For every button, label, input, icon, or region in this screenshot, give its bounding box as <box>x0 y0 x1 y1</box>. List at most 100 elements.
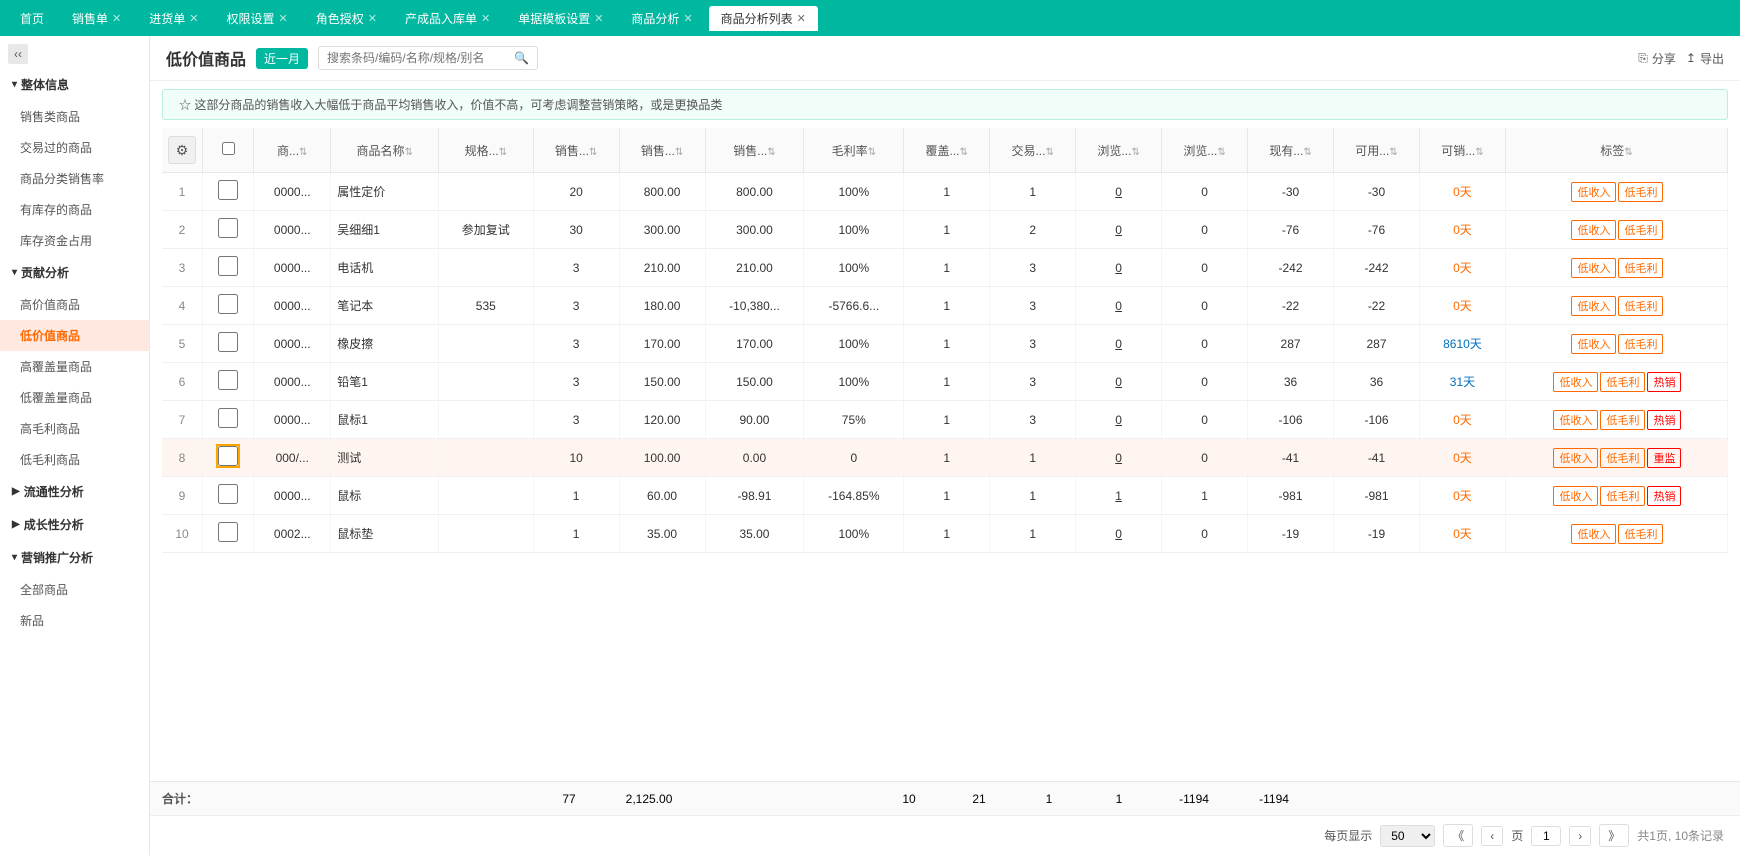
sidebar-group-marketing[interactable]: ▾ 营销推广分析 <box>0 541 149 574</box>
sidebar-item-low-coverage[interactable]: 低覆盖量商品 <box>0 382 149 413</box>
browse1-link[interactable]: 0 <box>1115 223 1122 237</box>
browse1-link[interactable]: 1 <box>1115 489 1122 503</box>
nav-analysis-list[interactable]: 商品分析列表 ✕ <box>709 6 818 31</box>
col-trade[interactable]: 交易...⇅ <box>990 128 1076 173</box>
col-gross[interactable]: 毛利率⇅ <box>804 128 904 173</box>
cell-checkbox[interactable] <box>203 173 254 211</box>
cell-browse1[interactable]: 0 <box>1076 325 1162 363</box>
nav-template[interactable]: 单据模板设置 ✕ <box>506 6 615 31</box>
sidebar-group-overall[interactable]: ▾ 整体信息 <box>0 68 149 101</box>
nav-close-inbound[interactable]: ✕ <box>481 12 490 25</box>
sidebar-item-new-goods[interactable]: 新品 <box>0 605 149 636</box>
filter-badge[interactable]: 近一月 <box>256 48 308 69</box>
col-sales2[interactable]: 销售...⇅ <box>619 128 705 173</box>
row-checkbox-9[interactable] <box>218 522 238 542</box>
sidebar-item-high-coverage[interactable]: 高覆盖量商品 <box>0 351 149 382</box>
col-cover[interactable]: 覆盖...⇅ <box>904 128 990 173</box>
first-page-btn[interactable]: 《 <box>1443 824 1473 847</box>
cell-browse1[interactable]: 0 <box>1076 173 1162 211</box>
nav-purchase[interactable]: 进货单 ✕ <box>137 6 210 31</box>
nav-close-template[interactable]: ✕ <box>594 12 603 25</box>
browse1-link[interactable]: 0 <box>1115 413 1122 427</box>
col-checkbox[interactable] <box>203 128 254 173</box>
col-sales1[interactable]: 销售...⇅ <box>533 128 619 173</box>
cell-checkbox[interactable] <box>203 401 254 439</box>
nav-home[interactable]: 首页 <box>8 6 56 31</box>
prev-page-btn[interactable]: ‹ <box>1481 826 1503 846</box>
cell-browse1[interactable]: 0 <box>1076 287 1162 325</box>
nav-close-purchase[interactable]: ✕ <box>189 12 198 25</box>
nav-close-sales[interactable]: ✕ <box>112 12 121 25</box>
nav-sales[interactable]: 销售单 ✕ <box>60 6 133 31</box>
sidebar-item-low-margin[interactable]: 低毛利商品 <box>0 444 149 475</box>
browse1-link[interactable]: 0 <box>1115 451 1122 465</box>
cell-browse1[interactable]: 0 <box>1076 401 1162 439</box>
row-checkbox-1[interactable] <box>218 218 238 238</box>
nav-role[interactable]: 角色授权 ✕ <box>304 6 389 31</box>
sidebar-item-high-margin[interactable]: 高毛利商品 <box>0 413 149 444</box>
row-checkbox-8[interactable] <box>218 484 238 504</box>
share-button[interactable]: ⎘ 分享 <box>1638 50 1676 67</box>
sidebar-group-growth[interactable]: ▶ 成长性分析 <box>0 508 149 541</box>
sidebar-item-stock-capital[interactable]: 库存资金占用 <box>0 225 149 256</box>
search-icon[interactable]: 🔍 <box>514 51 529 65</box>
cell-checkbox[interactable] <box>203 325 254 363</box>
browse1-link[interactable]: 0 <box>1115 299 1122 313</box>
cell-browse1[interactable]: 1 <box>1076 477 1162 515</box>
browse1-link[interactable]: 0 <box>1115 375 1122 389</box>
browse1-link[interactable]: 0 <box>1115 185 1122 199</box>
col-sales3[interactable]: 销售...⇅ <box>705 128 804 173</box>
page-size-select[interactable]: 50 100 200 <box>1380 825 1435 847</box>
cell-browse1[interactable]: 0 <box>1076 363 1162 401</box>
sidebar-item-low-value[interactable]: 低价值商品 <box>0 320 149 351</box>
browse1-link[interactable]: 0 <box>1115 337 1122 351</box>
col-tags[interactable]: 标签⇅ <box>1505 128 1727 173</box>
cell-checkbox[interactable] <box>203 515 254 553</box>
row-checkbox-2[interactable] <box>218 256 238 276</box>
sidebar-item-stock-goods[interactable]: 有库存的商品 <box>0 194 149 225</box>
nav-permission[interactable]: 权限设置 ✕ <box>214 6 299 31</box>
nav-inbound[interactable]: 产成品入库单 ✕ <box>393 6 502 31</box>
col-sellable[interactable]: 可销...⇅ <box>1419 128 1505 173</box>
cell-browse1[interactable]: 0 <box>1076 439 1162 477</box>
cell-checkbox[interactable] <box>203 477 254 515</box>
cell-checkbox[interactable] <box>203 287 254 325</box>
col-browse2[interactable]: 浏览...⇅ <box>1162 128 1248 173</box>
nav-close-analysis-list[interactable]: ✕ <box>797 12 806 25</box>
col-current[interactable]: 现有...⇅ <box>1248 128 1334 173</box>
col-available[interactable]: 可用...⇅ <box>1334 128 1420 173</box>
nav-analysis[interactable]: 商品分析 ✕ <box>619 6 704 31</box>
col-spec[interactable]: 规格...⇅ <box>438 128 533 173</box>
cell-checkbox[interactable] <box>203 249 254 287</box>
page-num-input[interactable] <box>1531 826 1561 846</box>
cell-browse1[interactable]: 0 <box>1076 515 1162 553</box>
browse1-link[interactable]: 0 <box>1115 261 1122 275</box>
sidebar-group-contribution[interactable]: ▾ 贡献分析 <box>0 256 149 289</box>
sidebar-collapse-btn[interactable]: ‹‹ <box>8 44 28 64</box>
col-code[interactable]: 商...⇅ <box>254 128 331 173</box>
sidebar-item-all-goods[interactable]: 全部商品 <box>0 574 149 605</box>
last-page-btn[interactable]: 》 <box>1599 824 1629 847</box>
sidebar-group-flow[interactable]: ▶ 流通性分析 <box>0 475 149 508</box>
sidebar-item-high-value[interactable]: 高价值商品 <box>0 289 149 320</box>
cell-checkbox[interactable] <box>203 363 254 401</box>
nav-close-analysis[interactable]: ✕ <box>683 12 692 25</box>
cell-checkbox[interactable] <box>203 439 254 477</box>
row-checkbox-4[interactable] <box>218 332 238 352</box>
sidebar-item-traded-goods[interactable]: 交易过的商品 <box>0 132 149 163</box>
col-settings[interactable]: ⚙ <box>162 128 203 173</box>
nav-close-permission[interactable]: ✕ <box>279 12 288 25</box>
search-input[interactable] <box>327 51 510 65</box>
row-checkbox-6[interactable] <box>218 408 238 428</box>
cell-checkbox[interactable] <box>203 211 254 249</box>
browse1-link[interactable]: 0 <box>1115 527 1122 541</box>
nav-close-role[interactable]: ✕ <box>368 12 377 25</box>
export-button[interactable]: ↥ 导出 <box>1686 50 1724 67</box>
col-browse1[interactable]: 浏览...⇅ <box>1076 128 1162 173</box>
col-name[interactable]: 商品名称⇅ <box>331 128 439 173</box>
row-checkbox-3[interactable] <box>218 294 238 314</box>
row-checkbox-5[interactable] <box>218 370 238 390</box>
next-page-btn[interactable]: › <box>1569 826 1591 846</box>
cell-browse1[interactable]: 0 <box>1076 211 1162 249</box>
select-all-checkbox[interactable] <box>222 142 235 155</box>
